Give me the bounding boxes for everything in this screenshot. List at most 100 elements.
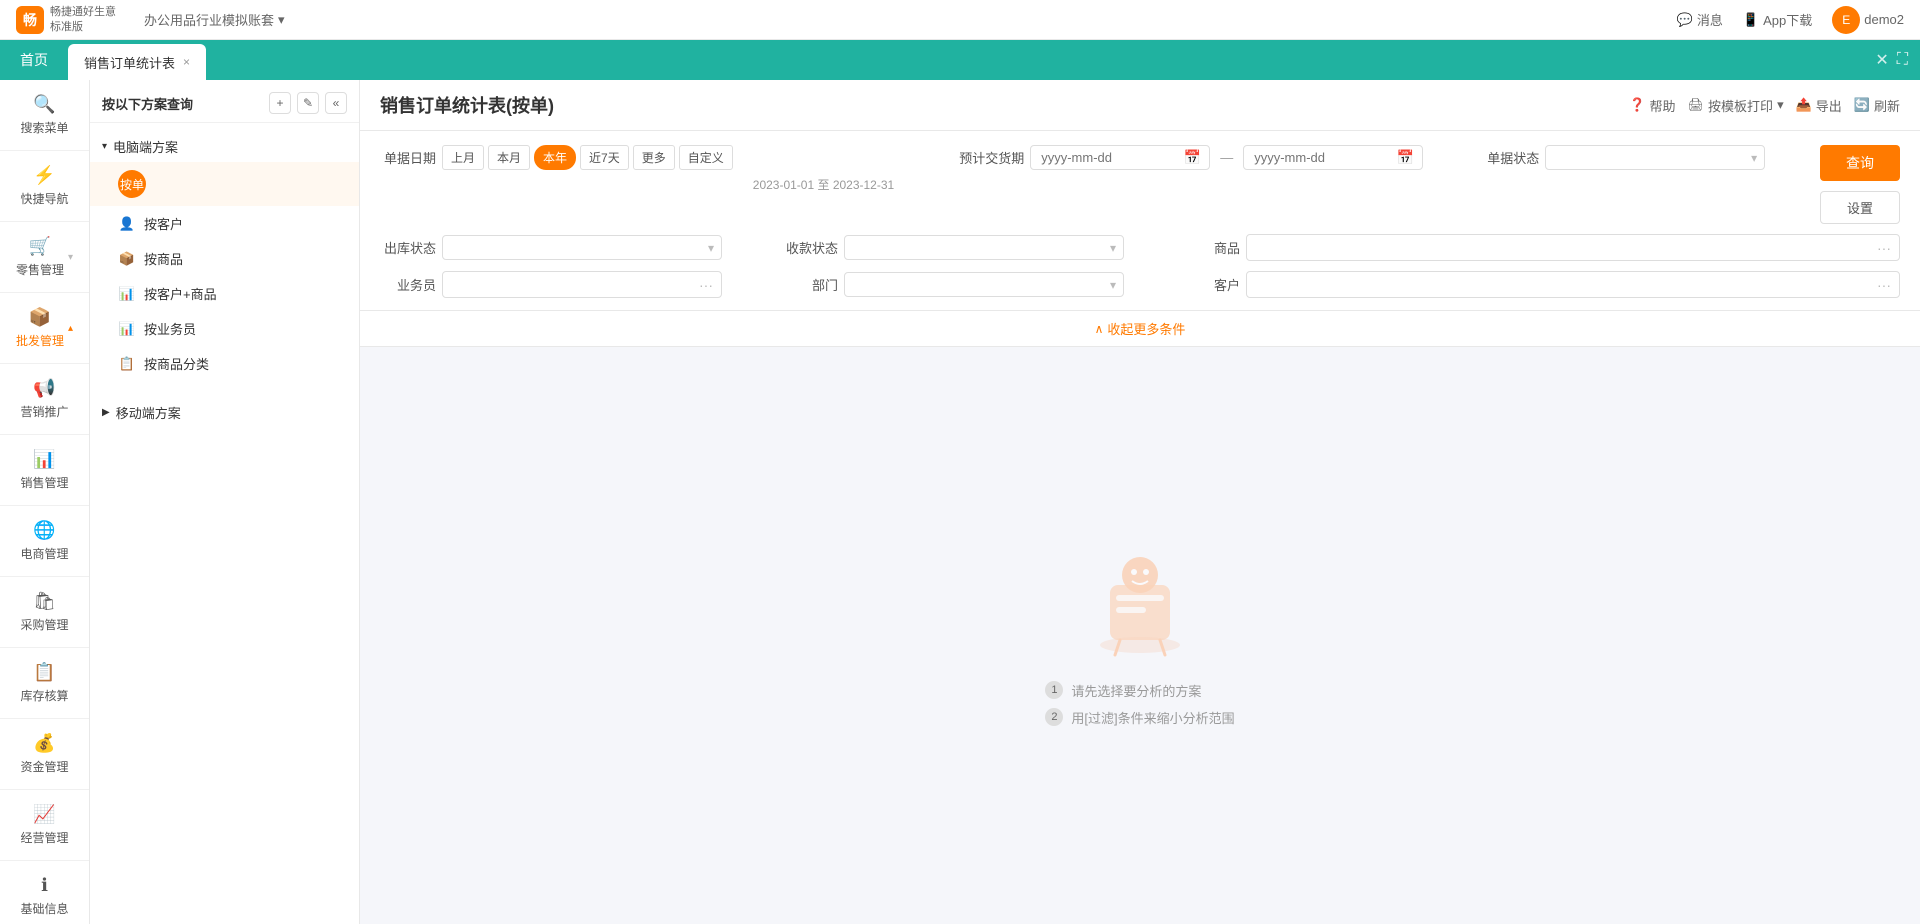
expected-date-start: 📅 bbox=[1030, 145, 1210, 170]
salesperson-icon: 📊 bbox=[118, 320, 136, 338]
top-bar-right: 💬 消息 📱 App下载 E demo2 bbox=[1677, 6, 1904, 34]
doc-status-select[interactable] bbox=[1545, 145, 1765, 170]
sidebar-item-finance[interactable]: 💰 资金管理 bbox=[0, 719, 89, 790]
sidebar-item-purchase[interactable]: 🛍 采购管理 bbox=[0, 577, 89, 648]
calendar-icon-end: 📅 bbox=[1389, 149, 1422, 166]
payment-status-select[interactable] bbox=[844, 235, 1124, 260]
chevron-down-icon: ▾ bbox=[68, 252, 73, 263]
customer-filter: 客户 ··· bbox=[1184, 271, 1900, 298]
edit-scheme-button[interactable]: ✎ bbox=[297, 92, 319, 114]
message-button[interactable]: 💬 消息 bbox=[1677, 10, 1723, 29]
prev-month-btn[interactable]: 上月 bbox=[442, 145, 484, 170]
sidebar-item-quick-nav[interactable]: ⚡ 快捷导航 bbox=[0, 151, 89, 222]
scheme-item-by-customer[interactable]: 👤 按客户 bbox=[90, 206, 359, 241]
chevron-right-icon: ▶ bbox=[102, 407, 110, 418]
logo-text: 畅捷通好生意 标准版 bbox=[50, 5, 116, 34]
inventory-icon: 📋 bbox=[33, 662, 55, 683]
department-dropdown[interactable] bbox=[844, 272, 1124, 297]
collapse-panel-button[interactable]: « bbox=[325, 92, 347, 114]
scheme-item-by-salesperson[interactable]: 📊 按业务员 bbox=[90, 311, 359, 346]
download-icon: 📱 bbox=[1743, 12, 1759, 28]
customer-input[interactable] bbox=[1247, 272, 1869, 297]
date-btn-group: 上月 本月 本年 近7天 更多 自定义 bbox=[442, 145, 733, 170]
this-month-btn[interactable]: 本月 bbox=[488, 145, 530, 170]
product-more-icon[interactable]: ··· bbox=[1869, 240, 1899, 256]
close-window-button[interactable]: ✕ bbox=[1875, 50, 1888, 70]
collapse-bar[interactable]: ∧ 收起更多条件 bbox=[360, 311, 1920, 347]
left-panel-header: 按以下方案查询 + ✎ « bbox=[90, 80, 359, 123]
expand-window-button[interactable]: ⛶ bbox=[1897, 51, 1908, 69]
tip-num-1: 1 bbox=[1045, 681, 1063, 699]
left-panel-title: 按以下方案查询 bbox=[102, 94, 263, 113]
salesperson-input[interactable] bbox=[443, 272, 691, 297]
sidebar-item-retail-mgmt[interactable]: 🛒 零售管理 ▾ bbox=[0, 222, 89, 293]
salesperson-input-wrapper: ··· bbox=[442, 271, 722, 298]
empty-tip-2: 2 用[过滤]条件来缩小分析范围 bbox=[1045, 708, 1234, 727]
page-actions: ❓ 帮助 🖨 按模板打印 ▾ 📤 导出 🔄 刷新 bbox=[1629, 96, 1900, 115]
chevron-down-icon: ▾ bbox=[102, 141, 107, 152]
mobile-section-title[interactable]: ▶ 移动端方案 bbox=[90, 397, 359, 428]
filter-row-2: 出库状态 收款状态 bbox=[380, 234, 1900, 261]
export-icon: 📤 bbox=[1796, 97, 1812, 113]
sidebar-item-operations[interactable]: 📈 经营管理 bbox=[0, 790, 89, 861]
custom-btn[interactable]: 自定义 bbox=[679, 145, 733, 170]
scheme-item-by-category[interactable]: 📋 按商品分类 bbox=[90, 346, 359, 381]
date-separator: — bbox=[1216, 150, 1237, 165]
department-select[interactable] bbox=[844, 272, 1124, 297]
export-button[interactable]: 📤 导出 bbox=[1796, 96, 1842, 115]
sidebar-item-marketing[interactable]: 📢 营销推广 bbox=[0, 364, 89, 435]
scheme-item-by-order[interactable]: 按单 bbox=[90, 162, 359, 206]
this-year-btn[interactable]: 本年 bbox=[534, 145, 576, 170]
salesperson-filter: 业务员 ··· bbox=[380, 271, 722, 298]
delivery-status-select[interactable] bbox=[442, 235, 722, 260]
tab-sales-order-stats[interactable]: 销售订单统计表 × bbox=[68, 44, 206, 80]
app-selector[interactable]: 办公用品行业模拟账套 ▾ bbox=[144, 10, 285, 29]
marketing-icon: 📢 bbox=[33, 378, 55, 399]
retail-icon: 🛒 bbox=[29, 236, 51, 257]
user-area[interactable]: E demo2 bbox=[1832, 6, 1904, 34]
scheme-item-by-product[interactable]: 📦 按商品 bbox=[90, 241, 359, 276]
empty-tip-1: 1 请先选择要分析的方案 bbox=[1045, 681, 1234, 700]
delivery-status-dropdown[interactable] bbox=[442, 235, 722, 260]
doc-status-dropdown[interactable] bbox=[1545, 145, 1765, 170]
query-button[interactable]: 查询 bbox=[1820, 145, 1900, 181]
top-bar: 畅 畅捷通好生意 标准版 办公用品行业模拟账套 ▾ 💬 消息 📱 App下载 E… bbox=[0, 0, 1920, 40]
more-btn[interactable]: 更多 bbox=[633, 145, 675, 170]
mobile-section: ▶ 移动端方案 bbox=[90, 389, 359, 436]
refresh-button[interactable]: 🔄 刷新 bbox=[1854, 96, 1900, 115]
payment-status-dropdown[interactable] bbox=[844, 235, 1124, 260]
calendar-icon: 📅 bbox=[1176, 149, 1209, 166]
right-panel: 销售订单统计表(按单) ❓ 帮助 🖨 按模板打印 ▾ 📤 导出 bbox=[360, 80, 1920, 924]
collapse-arrow-icon: ∧ bbox=[1095, 322, 1104, 336]
expected-date-end-input[interactable] bbox=[1244, 146, 1389, 169]
salesperson-more-icon[interactable]: ··· bbox=[691, 277, 721, 293]
expected-date-start-input[interactable] bbox=[1031, 146, 1176, 169]
date-label: 单据日期 bbox=[380, 148, 436, 167]
top-bar-left: 畅 畅捷通好生意 标准版 办公用品行业模拟账套 ▾ bbox=[16, 5, 285, 34]
sidebar-item-ecommerce[interactable]: 🌐 电商管理 bbox=[0, 506, 89, 577]
sidebar-item-search-menu[interactable]: 🔍 搜索菜单 bbox=[0, 80, 89, 151]
sidebar-item-wholesale-mgmt[interactable]: 📦 批发管理 ▴ bbox=[0, 293, 89, 364]
sidebar-item-sales-mgmt[interactable]: 📊 销售管理 bbox=[0, 435, 89, 506]
help-button[interactable]: ❓ 帮助 bbox=[1629, 96, 1675, 115]
desktop-section-title[interactable]: ▾ 电脑端方案 bbox=[90, 131, 359, 162]
product-input[interactable] bbox=[1247, 235, 1869, 260]
tab-close-icon[interactable]: × bbox=[183, 55, 190, 69]
payment-status-filter: 收款状态 bbox=[782, 235, 1124, 260]
app-download-button[interactable]: 📱 App下载 bbox=[1743, 10, 1812, 29]
setting-button[interactable]: 设置 bbox=[1820, 191, 1900, 224]
delivery-status-label: 出库状态 bbox=[380, 238, 436, 257]
last7days-btn[interactable]: 近7天 bbox=[580, 145, 629, 170]
scheme-item-by-customer-product[interactable]: 📊 按客户+商品 bbox=[90, 276, 359, 311]
desktop-section: ▾ 电脑端方案 按单 👤 按客户 📦 按商品 📊 按客 bbox=[90, 123, 359, 389]
logo-area: 畅 畅捷通好生意 标准版 bbox=[16, 5, 116, 34]
help-icon: ❓ bbox=[1629, 97, 1645, 113]
add-scheme-button[interactable]: + bbox=[269, 92, 291, 114]
expected-date-filter: 预计交货期 📅 — 📅 bbox=[954, 145, 1423, 170]
customer-more-icon[interactable]: ··· bbox=[1869, 277, 1899, 293]
tab-home[interactable]: 首页 bbox=[0, 40, 68, 80]
chevron-down-icon: ▾ bbox=[278, 12, 285, 28]
sidebar-item-basic-info[interactable]: ℹ 基础信息 bbox=[0, 861, 89, 924]
sidebar-item-inventory[interactable]: 📋 库存核算 bbox=[0, 648, 89, 719]
template-print-button[interactable]: 🖨 按模板打印 ▾ bbox=[1688, 96, 1784, 115]
